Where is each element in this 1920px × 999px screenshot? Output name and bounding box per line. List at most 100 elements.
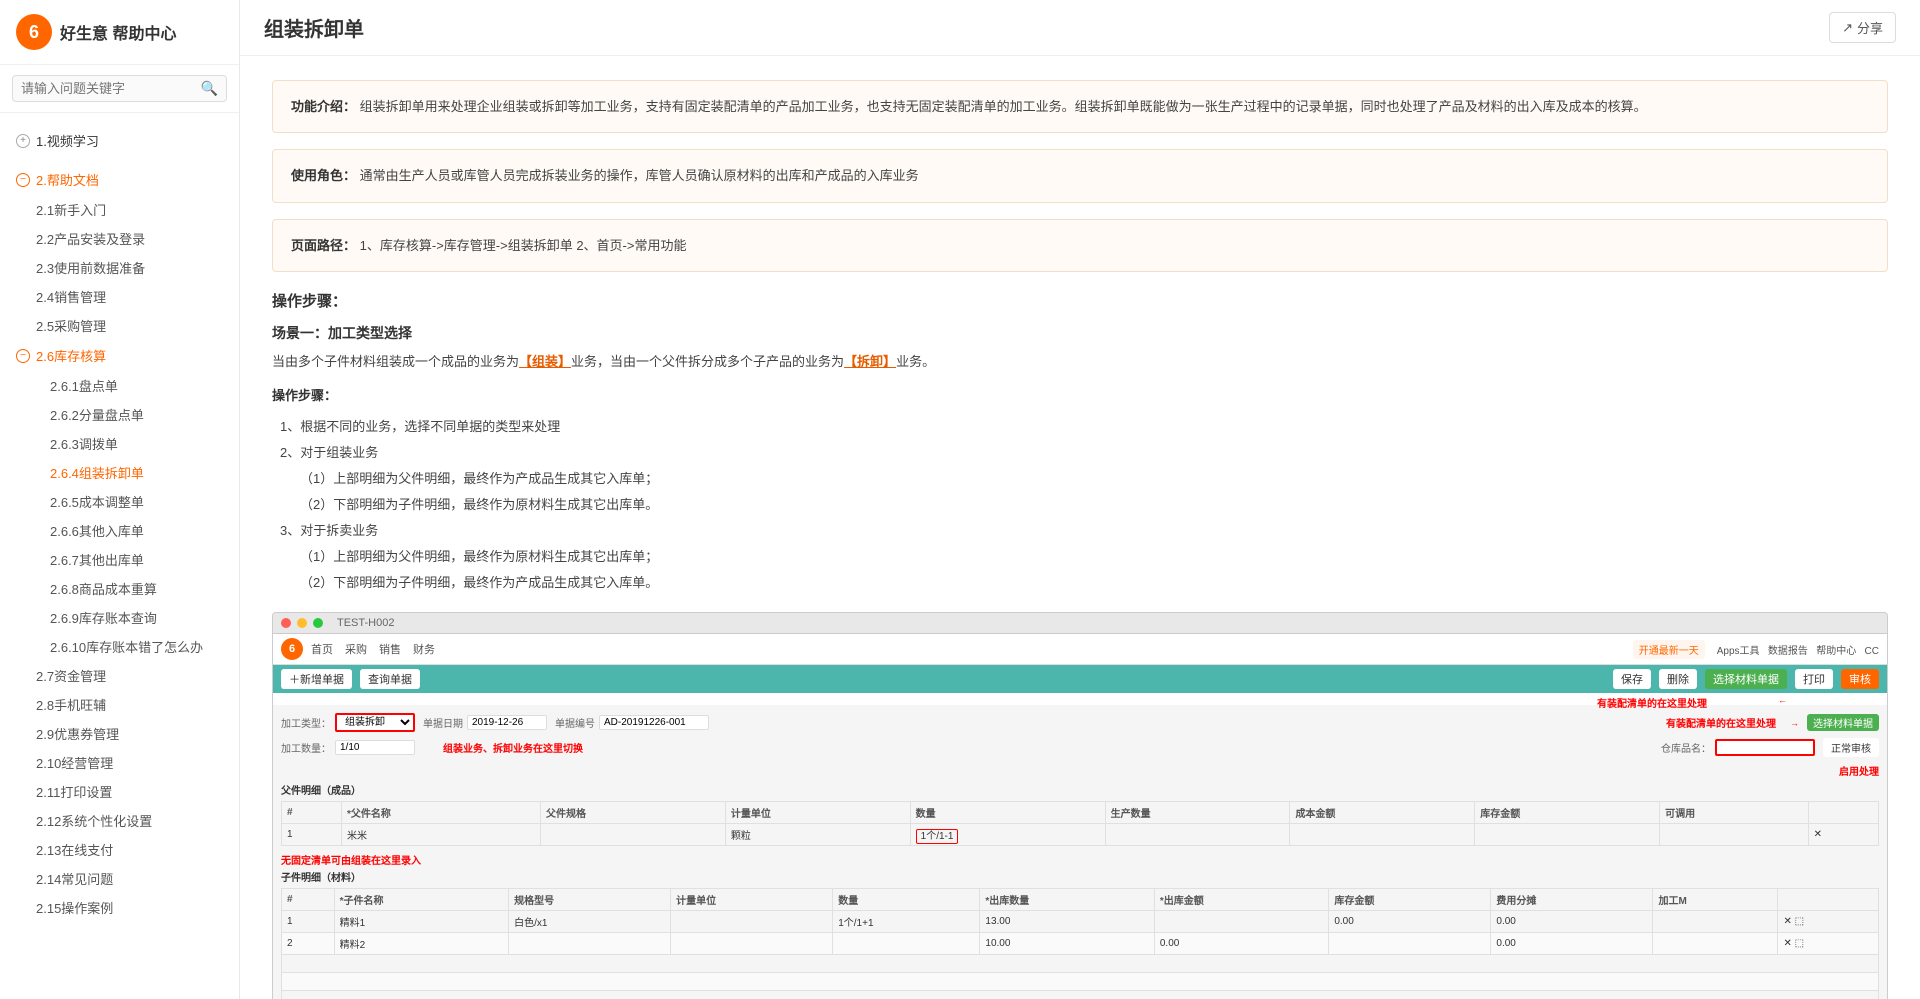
- logo-char: 6: [29, 22, 39, 43]
- mockup-count-input[interactable]: [335, 740, 415, 755]
- search-input[interactable]: [21, 81, 201, 96]
- sidebar-item-newbie[interactable]: 2.1新手入门: [0, 195, 239, 224]
- scene1-desc: 当由多个子件材料组装成一个成品的业务为【组装】业务，当由一个父件拆分成多个子产品…: [272, 349, 1888, 375]
- mockup-nav-purchase[interactable]: 采购: [345, 641, 367, 657]
- mockup-nav-sales[interactable]: 销售: [379, 641, 401, 657]
- window-close-dot: [281, 618, 291, 628]
- th-parent-prodqty: 生产数量: [1105, 802, 1290, 824]
- mockup-btn-confirm[interactable]: 选择材料单据: [1705, 669, 1787, 689]
- th-c-spec: 规格型号: [509, 889, 671, 911]
- sidebar-item-data-prep[interactable]: 2.3使用前数据准备: [0, 253, 239, 282]
- search-icon[interactable]: 🔍: [201, 80, 218, 97]
- sidebar-item-coupon[interactable]: 2.9优惠券管理: [0, 719, 239, 748]
- sidebar-item-mobile[interactable]: 2.8手机旺辅: [0, 690, 239, 719]
- mockup-btn-print[interactable]: 打印: [1795, 669, 1833, 689]
- annotation-assembly-bom2: 有装配清单的在这里处理: [1666, 715, 1776, 730]
- mockup-btn-delete[interactable]: 删除: [1659, 669, 1697, 689]
- table-row: [282, 973, 1879, 991]
- step2: 2、对于组装业务: [280, 440, 1888, 466]
- sidebar-item-inventory[interactable]: − 2.6库存核算: [0, 340, 239, 371]
- td-c-name2: 精料2: [334, 933, 508, 955]
- td-c-unit2: [671, 933, 833, 955]
- mockup-type-select[interactable]: 组装拆卸 组装 拆卸: [335, 713, 415, 732]
- mockup-notice[interactable]: 开通最新一天: [1633, 640, 1705, 659]
- sidebar-item-purchase[interactable]: 2.5采购管理: [0, 311, 239, 340]
- nav-section-videos: + 1.视频学习: [0, 121, 239, 160]
- sidebar-item-stocktake[interactable]: 2.6.1盘点单: [0, 371, 239, 400]
- table-row: [282, 955, 1879, 973]
- td-parent-unit: 颗粒: [725, 824, 910, 846]
- mockup-warehouse-input[interactable]: [1715, 739, 1815, 756]
- sidebar-item-print[interactable]: 2.11打印设置: [0, 777, 239, 806]
- th-c-outamt: *出库金额: [1154, 889, 1328, 911]
- td-c-name: 精料1: [334, 911, 508, 933]
- link-assembly[interactable]: 【组装】: [519, 354, 571, 369]
- th-c-outqty: *出库数量: [980, 889, 1154, 911]
- sidebar-item-stock-fix[interactable]: 2.6.10库存账本错了怎么办: [0, 632, 239, 661]
- sidebar-item-payment[interactable]: 2.13在线支付: [0, 835, 239, 864]
- sidebar-item-finance[interactable]: 2.7资金管理: [0, 661, 239, 690]
- th-parent-op: [1808, 802, 1878, 824]
- sidebar-item-assembly[interactable]: 2.6.4组装拆卸单: [0, 458, 239, 487]
- share-label: 分享: [1857, 18, 1883, 37]
- sidebar-item-videos[interactable]: + 1.视频学习: [0, 125, 239, 156]
- mockup-nav: 首页 采购 销售 财务: [311, 641, 435, 657]
- mockup-docno-input[interactable]: [599, 715, 709, 730]
- search-wrap: 🔍: [12, 75, 227, 102]
- mockup-count-label: 加工数量：: [281, 740, 331, 755]
- mockup-btn-query[interactable]: 查询单据: [360, 669, 420, 689]
- mockup-form: 加工类型： 组装拆卸 组装 拆卸 单据日期 单据编号: [273, 705, 1887, 999]
- th-c-unit: 计量单位: [671, 889, 833, 911]
- mockup-warehouse-label: 仓库品名：: [1661, 740, 1711, 755]
- mockup-field-date: 单据日期: [423, 715, 547, 730]
- annotation-enable: 启用处理: [281, 763, 1879, 778]
- sidebar-item-other-in[interactable]: 2.6.6其他入库单: [0, 516, 239, 545]
- td-parent-prodqty: [1105, 824, 1290, 846]
- annotation-switch: 组装业务、拆卸业务在这里切换: [443, 740, 583, 755]
- scene1-title: 场景一：加工类型选择: [272, 323, 1888, 343]
- mockup-btn-select-material[interactable]: 选择材料单据: [1807, 714, 1879, 731]
- th-c-op: [1778, 889, 1879, 911]
- role-block: 使用角色： 通常由生产人员或库管人员完成拆装业务的操作，库管人员确认原材料的出库…: [272, 149, 1888, 202]
- mockup-parent-label: 父件明细（成品）: [281, 782, 1879, 797]
- sidebar-item-ops[interactable]: 2.10经营管理: [0, 748, 239, 777]
- ops-title: 操作步骤：: [272, 290, 1888, 311]
- steps-title: 操作步骤：: [272, 385, 1888, 404]
- link-disassembly[interactable]: 【拆卸】: [844, 354, 896, 369]
- sidebar-item-install[interactable]: 2.2产品安装及登录: [0, 224, 239, 253]
- screenshot-app-name: TEST-H002: [337, 617, 394, 629]
- sidebar-item-cost-recalc[interactable]: 2.6.8商品成本重算: [0, 574, 239, 603]
- sidebar-item-sales[interactable]: 2.4销售管理: [0, 282, 239, 311]
- sidebar-item-customization[interactable]: 2.12系统个性化设置: [0, 806, 239, 835]
- table-row: 1 精料1 白色/x1 1个/1+1 13.00 0.00 0.00 ✕: [282, 911, 1879, 933]
- sidebar-item-other-out[interactable]: 2.6.7其他出库单: [0, 545, 239, 574]
- mockup-field-type: 加工类型： 组装拆卸 组装 拆卸: [281, 713, 415, 732]
- sidebar-item-docs[interactable]: − 2.帮助文档: [0, 164, 239, 195]
- sidebar-item-cases[interactable]: 2.15操作案例: [0, 893, 239, 922]
- td-c-qty2: [833, 933, 980, 955]
- mockup-nav-home[interactable]: 首页: [311, 641, 333, 657]
- mockup-btn-approve[interactable]: 审核: [1841, 669, 1879, 689]
- mockup-btn-approve2[interactable]: 正常审核: [1823, 738, 1879, 757]
- sidebar-item-stock-query[interactable]: 2.6.9库存账本查询: [0, 603, 239, 632]
- sidebar: 6 好生意 帮助中心 🔍 + 1.视频学习 − 2.帮助文档 2.1新手入门 2…: [0, 0, 240, 999]
- sidebar-item-cost-adjust[interactable]: 2.6.5成本调整单: [0, 487, 239, 516]
- mockup-date-input[interactable]: [467, 715, 547, 730]
- mockup-annotation-area1: 有装配清单的在这里处理 ←: [273, 693, 1887, 705]
- th-parent-unit: 计量单位: [725, 802, 910, 824]
- mockup-btn-new[interactable]: ＋新增单据: [281, 669, 352, 689]
- role-text: 通常由生产人员或库管人员完成拆装业务的操作，库管人员确认原材料的出库和产成品的入…: [360, 168, 919, 183]
- nav-section-docs: − 2.帮助文档 2.1新手入门 2.2产品安装及登录 2.3使用前数据准备 2…: [0, 160, 239, 926]
- mockup-btn-save[interactable]: 保存: [1613, 669, 1651, 689]
- th-parent-stock: 库存金额: [1475, 802, 1660, 824]
- collapse-icon-inventory: −: [16, 349, 30, 363]
- sidebar-item-partial-stocktake[interactable]: 2.6.2分量盘点单: [0, 400, 239, 429]
- td-c-outamt: [1154, 911, 1328, 933]
- sidebar-item-faq[interactable]: 2.14常见问题: [0, 864, 239, 893]
- nav-list: + 1.视频学习 − 2.帮助文档 2.1新手入门 2.2产品安装及登录 2.3…: [0, 113, 239, 999]
- share-button[interactable]: ↗ 分享: [1829, 12, 1896, 43]
- td-c-stock2: [1329, 933, 1491, 955]
- td-c-op2: ✕ ⬚: [1778, 933, 1879, 955]
- sidebar-item-transfer[interactable]: 2.6.3调拨单: [0, 429, 239, 458]
- mockup-nav-finance[interactable]: 财务: [413, 641, 435, 657]
